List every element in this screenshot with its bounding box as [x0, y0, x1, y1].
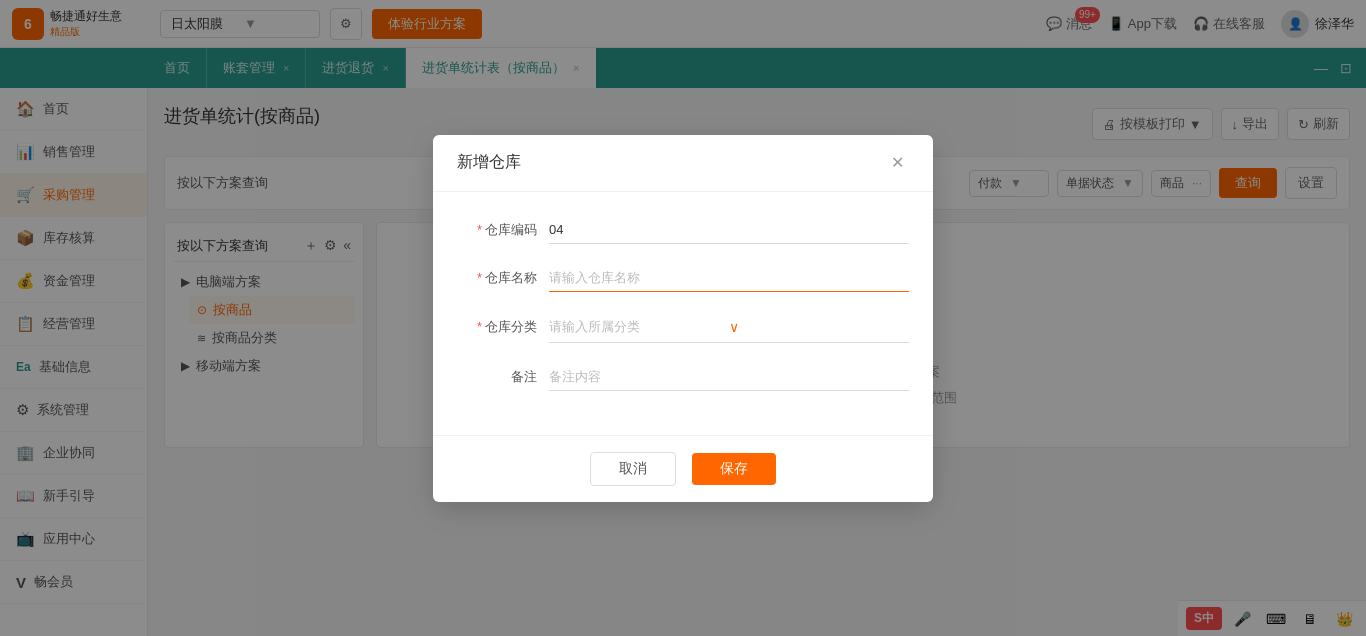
new-warehouse-modal: 新增仓库 ✕ *仓库编码 *仓库名称 *仓库分类	[433, 135, 933, 502]
warehouse-name-input[interactable]	[549, 264, 909, 292]
remark-label: 备注	[457, 368, 537, 386]
warehouse-code-label: *仓库编码	[457, 221, 537, 239]
remark-input[interactable]	[549, 363, 909, 391]
modal-title: 新增仓库	[457, 152, 521, 173]
form-item-category: *仓库分类 请输入所属分类 ∨	[457, 312, 909, 343]
modal-overlay: 新增仓库 ✕ *仓库编码 *仓库名称 *仓库分类	[0, 0, 1366, 636]
cancel-button[interactable]: 取消	[590, 452, 676, 486]
form-item-code: *仓库编码	[457, 216, 909, 244]
required-mark-name: *	[477, 270, 482, 285]
modal-header: 新增仓库 ✕	[433, 135, 933, 192]
warehouse-name-label: *仓库名称	[457, 269, 537, 287]
category-dropdown-icon: ∨	[729, 319, 909, 335]
warehouse-code-input[interactable]	[549, 216, 909, 244]
modal-close-button[interactable]: ✕	[885, 151, 909, 175]
required-mark-code: *	[477, 222, 482, 237]
warehouse-category-label: *仓库分类	[457, 318, 537, 336]
form-item-name: *仓库名称	[457, 264, 909, 292]
save-button[interactable]: 保存	[692, 453, 776, 485]
modal-footer: 取消 保存	[433, 435, 933, 502]
warehouse-category-select[interactable]: 请输入所属分类 ∨	[549, 312, 909, 343]
form-item-remark: 备注	[457, 363, 909, 391]
modal-body: *仓库编码 *仓库名称 *仓库分类 请输入所属分类 ∨	[433, 192, 933, 435]
required-mark-cat: *	[477, 319, 482, 334]
